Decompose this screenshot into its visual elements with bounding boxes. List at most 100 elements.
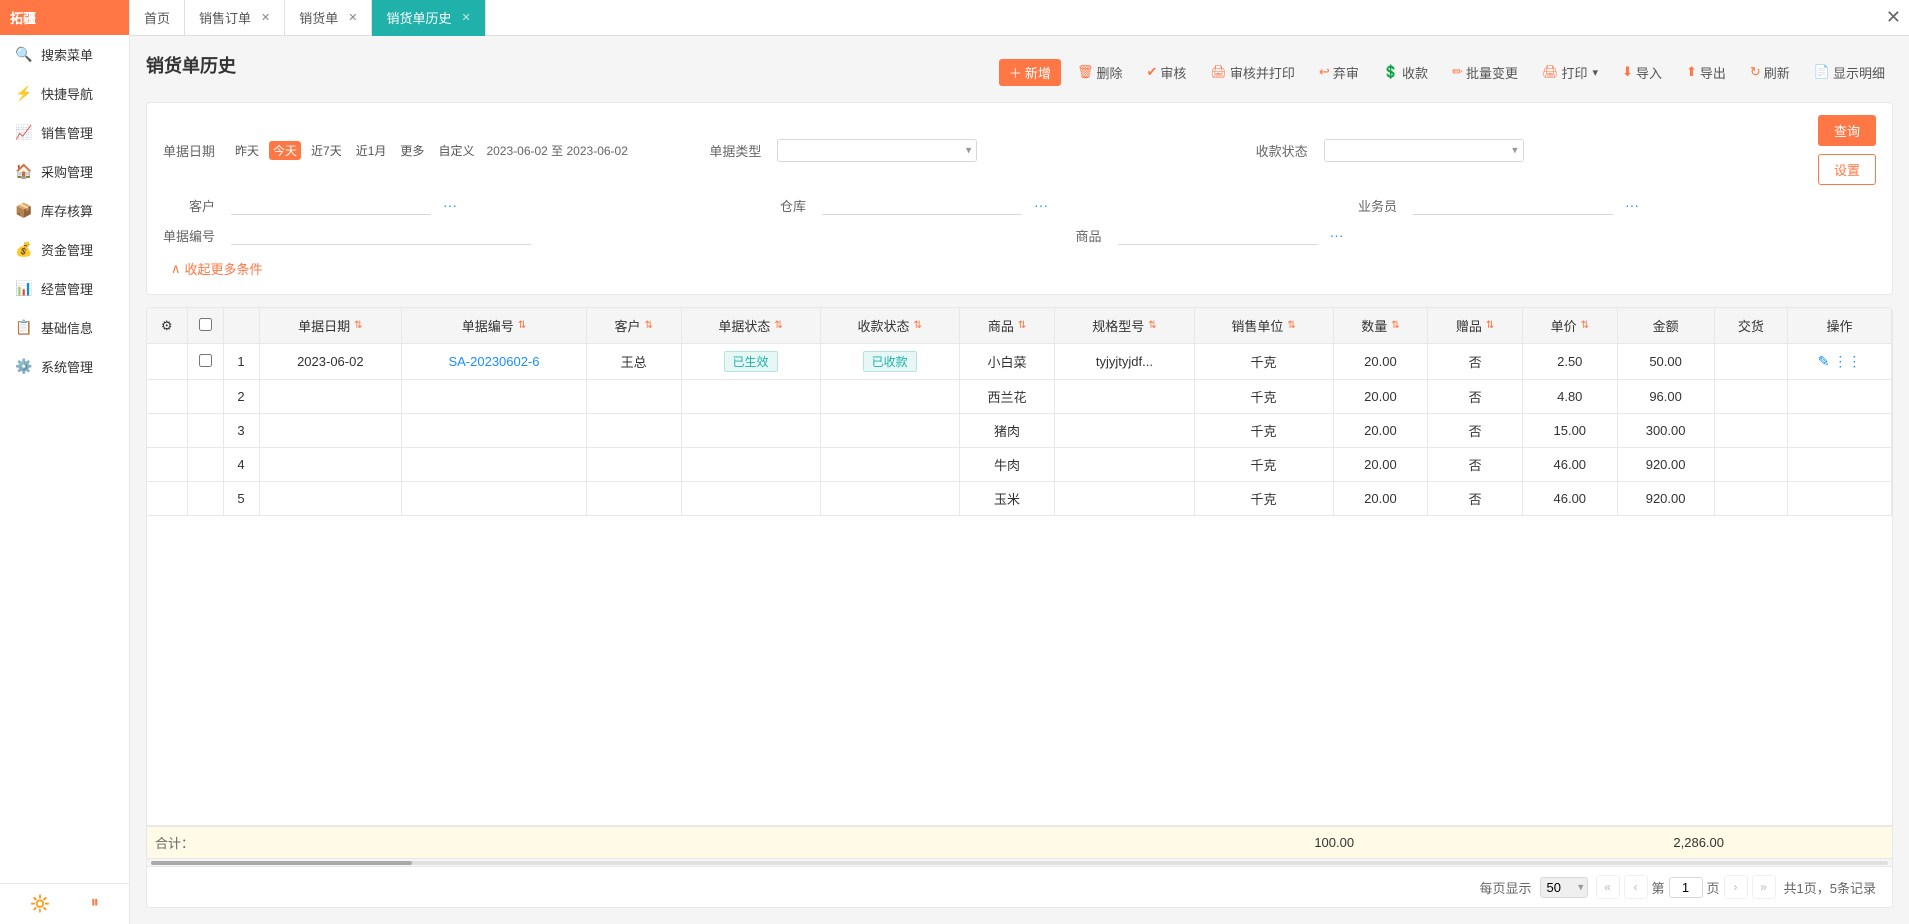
col-header-unit[interactable]: 销售单位 ⇅ [1194,308,1333,344]
col-header-qty[interactable]: 数量⇅ [1333,308,1428,344]
date-range-display: 2023-06-02 至 2023-06-02 [486,142,627,159]
col-label-spec: 规格型号 [1092,316,1144,335]
collapse-icon: ∧ [171,261,181,277]
sidebar-item-operations-mgmt[interactable]: 📊 经营管理 [0,269,129,308]
filter-group-warehouse: 仓库 ··· [754,195,1285,215]
col-label-unit: 销售单位 [1231,316,1283,335]
col-header-doc-date[interactable]: 单据日期⇅ [259,308,402,344]
cell-transaction [1714,448,1788,482]
audit-print-button[interactable]: 🖨 审核并打印 [1202,59,1303,86]
pagination: 每页显示 50 100 « ‹ 第 页 › » 共1页，5条记录 [147,866,1892,907]
cell-doc-date: 2023-06-02 [259,344,402,380]
collapse-filter-btn[interactable]: ∧ 收起更多条件 [163,255,1876,282]
sidebar-item-quick-nav[interactable]: ⚡ 快捷导航 [0,74,129,113]
refresh-button[interactable]: ↻ 刷新 [1742,59,1798,86]
new-button[interactable]: ＋ 新增 [999,59,1061,86]
row-checkbox[interactable] [199,354,212,367]
close-all-tabs-btn[interactable]: ✕ [1886,7,1901,28]
abandon-button[interactable]: ↩ 弃审 [1311,59,1367,86]
col-header-product[interactable]: 商品 ⇅ [959,308,1055,344]
next-page-btn[interactable]: › [1724,875,1748,899]
sidebar-item-finance-mgmt[interactable]: 💰 资金管理 [0,230,129,269]
horizontal-scrollbar[interactable] [147,858,1892,866]
show-details-button[interactable]: 📄 显示明细 [1806,59,1893,86]
cell-unit: 千克 [1194,448,1333,482]
product-filter-label: 商品 [1050,226,1110,245]
tab-sales-order-close[interactable]: ✕ [261,11,270,24]
sidebar-item-sys-mgmt[interactable]: ⚙️ 系统管理 [0,347,129,386]
staff-input[interactable] [1413,195,1613,215]
collect-button[interactable]: 💲 收款 [1375,59,1436,86]
import-icon: ⬇ [1622,64,1633,80]
shortcut-7days[interactable]: 近7天 [307,141,346,160]
sidebar-item-sales-mgmt[interactable]: 📈 销售管理 [0,113,129,152]
cell-rowno: 4 [223,448,259,482]
table-container[interactable]: ⚙ 单据日期⇅ 单据编号⇅ 客户⇅ [147,308,1892,825]
filter-group-customer: 客户 ··· [163,195,694,215]
export-button[interactable]: ⬆ 导出 [1678,59,1734,86]
tab-delivery[interactable]: 销货单 ✕ [285,0,372,36]
import-button[interactable]: ⬇ 导入 [1614,59,1670,86]
first-page-btn[interactable]: « [1596,875,1620,899]
col-header-unit-price[interactable]: 单价⇅ [1522,308,1617,344]
sidebar-item-basic-info[interactable]: 📋 基础信息 [0,308,129,347]
customer-input[interactable] [231,195,431,215]
warehouse-input[interactable] [822,195,1022,215]
docno-input[interactable] [231,225,531,245]
more-action-icon[interactable]: ⋮⋮ [1833,353,1861,370]
sidebar-item-purchase-mgmt[interactable]: 🏠 采购管理 [0,152,129,191]
cell-customer [586,448,681,482]
delete-button[interactable]: 🗑 删除 [1069,59,1131,86]
audit-print-icon: 🖨 [1210,64,1227,80]
col-header-doc-no[interactable]: 单据编号⇅ [402,308,587,344]
cell-action [1788,414,1892,448]
last-page-btn[interactable]: » [1752,875,1776,899]
shortcut-1month[interactable]: 近1月 [352,141,391,160]
cell-action [1788,448,1892,482]
table-row: 2 西兰花 千克 20.00 否 4.80 96.00 [147,380,1892,414]
col-header-settings[interactable]: ⚙ [147,308,187,344]
tab-delivery-close[interactable]: ✕ [348,11,357,24]
col-header-gift[interactable]: 赠品⇅ [1428,308,1523,344]
col-header-spec[interactable]: 规格型号⇅ [1055,308,1194,344]
shortcut-today[interactable]: 今天 [269,141,301,160]
sidebar-bottom-btn2[interactable]: ⏸ [91,894,99,914]
filter-collapse-row: ∧ 收起更多条件 [163,255,1876,282]
audit-button[interactable]: ✔ 审核 [1138,59,1194,86]
query-button[interactable]: 查询 [1818,115,1876,146]
filter-settings-button[interactable]: 设置 [1818,154,1876,185]
sidebar-item-search-menu[interactable]: 🔍 搜索菜单 [0,35,129,74]
cell-doc-date [259,380,402,414]
tab-sales-order[interactable]: 销售订单 ✕ [185,0,285,36]
customer-dots-btn[interactable]: ··· [443,197,457,213]
edit-action-icon[interactable]: ✎ [1818,353,1830,370]
col-label-product: 商品 [988,316,1014,335]
tab-home[interactable]: 首页 [130,0,185,36]
tab-delivery-history-close[interactable]: ✕ [462,11,471,24]
shortcut-yesterday[interactable]: 昨天 [231,141,263,160]
doc-type-select[interactable] [777,139,977,162]
product-dots-btn[interactable]: ··· [1330,227,1344,243]
tab-delivery-history[interactable]: 销货单历史 ✕ [372,0,485,36]
batch-change-button[interactable]: ✏ 批量变更 [1444,59,1526,86]
table-row: 3 猪肉 千克 20.00 否 15.00 300.00 [147,414,1892,448]
page-size-select[interactable]: 50 100 [1540,877,1588,898]
cell-check [187,414,223,448]
shortcut-more[interactable]: 更多 [396,141,428,160]
col-header-customer[interactable]: 客户⇅ [586,308,681,344]
page-number-input[interactable] [1669,877,1703,898]
col-header-doc-status[interactable]: 单据状态⇅ [681,308,820,344]
sort-icon-product: ⇅ [1018,320,1026,331]
sidebar-bottom-btn1[interactable]: 🔆 [30,894,50,914]
shortcut-custom[interactable]: 自定义 [434,141,478,160]
col-header-payment-status[interactable]: 收款状态⇅ [820,308,959,344]
sort-icon-unit: ⇅ [1287,320,1295,331]
prev-page-btn[interactable]: ‹ [1624,875,1648,899]
warehouse-dots-btn[interactable]: ··· [1034,197,1048,213]
select-all-checkbox[interactable] [199,318,212,331]
staff-dots-btn[interactable]: ··· [1625,197,1639,213]
sidebar-item-inventory[interactable]: 📦 库存核算 [0,191,129,230]
payment-status-select[interactable] [1324,139,1524,162]
product-input[interactable] [1118,225,1318,245]
print-button[interactable]: 🖨 打印 [1534,59,1606,86]
